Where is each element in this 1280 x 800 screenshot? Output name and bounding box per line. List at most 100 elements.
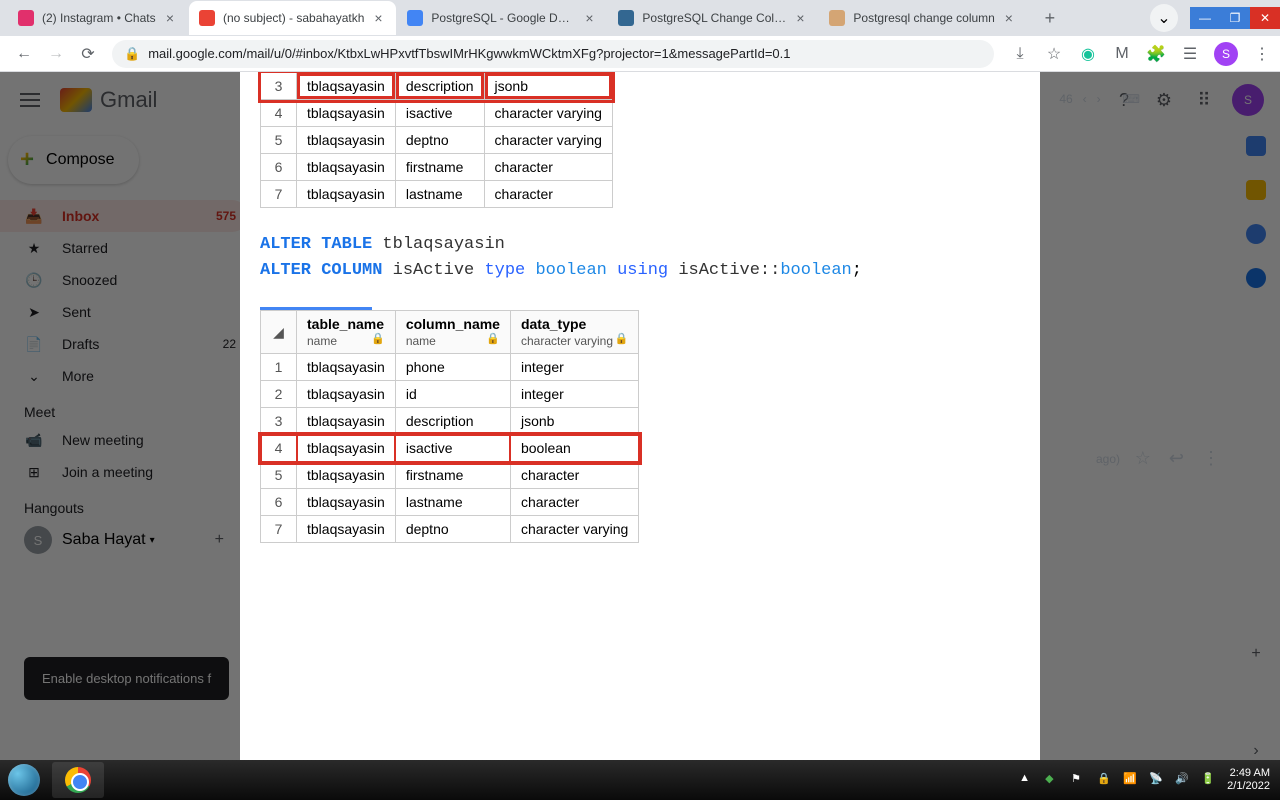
cell-data-type: character varying xyxy=(484,127,612,154)
network-icon[interactable]: 📡 xyxy=(1149,772,1165,788)
star-icon[interactable]: ☆ xyxy=(1044,44,1064,64)
new-tab-button[interactable]: + xyxy=(1036,4,1064,32)
reload-button[interactable]: ⟳ xyxy=(74,40,102,68)
tab-pgchange[interactable]: PostgreSQL Change Colum × xyxy=(608,1,818,35)
taskbar-chrome[interactable] xyxy=(52,762,104,798)
tray-icon[interactable]: ▲ xyxy=(1019,772,1035,788)
extensions-icon[interactable]: 🧩 xyxy=(1146,44,1166,64)
keyboard-icon[interactable]: ⌨ xyxy=(1123,92,1140,106)
db-table-before: 3tblaqsayasindescriptionjsonb4tblaqsayas… xyxy=(260,72,613,208)
table-row[interactable]: 5tblaqsayasindeptnocharacter varying xyxy=(261,127,613,154)
table-row[interactable]: 7tblaqsayasinlastnamecharacter xyxy=(261,181,613,208)
tab-gmail[interactable]: (no subject) - sabahayatkh × xyxy=(189,1,396,35)
col-header-table-name[interactable]: table_namename🔒 xyxy=(297,311,396,354)
row-number: 2 xyxy=(261,381,297,408)
tab-instagram[interactable]: (2) Instagram • Chats × xyxy=(8,1,188,35)
date-text: 2/1/2022 xyxy=(1227,780,1270,793)
cell-table-name: tblaqsayasin xyxy=(297,354,396,381)
battery-icon[interactable]: 🔋 xyxy=(1201,772,1217,788)
cell-data-type: integer xyxy=(510,381,638,408)
kebab-menu-icon[interactable]: ⋮ xyxy=(1252,44,1272,64)
cell-column-name: deptno xyxy=(395,127,484,154)
tab-close-icon[interactable]: × xyxy=(1001,10,1017,26)
favicon-gdocs xyxy=(407,10,423,26)
chrome-icon xyxy=(65,767,91,793)
volume-icon[interactable]: 🔊 xyxy=(1175,772,1191,788)
lock-icon: 🔒 xyxy=(615,332,629,345)
tabs-row: (2) Instagram • Chats × (no subject) - s… xyxy=(0,0,1280,36)
extension-m-icon[interactable]: M xyxy=(1112,44,1132,64)
email-timestamp-suffix: ago) xyxy=(1096,452,1120,466)
cell-table-name: tblaqsayasin xyxy=(297,516,396,543)
cell-table-name: tblaqsayasin xyxy=(297,408,396,435)
table-row[interactable]: 7tblaqsayasindeptnocharacter varying xyxy=(261,516,639,543)
row-number: 4 xyxy=(261,100,297,127)
clock[interactable]: 2:49 AM 2/1/2022 xyxy=(1227,767,1270,793)
profile-avatar[interactable]: S xyxy=(1214,42,1238,66)
cell-column-name: lastname xyxy=(395,181,484,208)
table-row[interactable]: 6tblaqsayasinlastnamecharacter xyxy=(261,489,639,516)
tray-icon[interactable]: ⚑ xyxy=(1071,772,1087,788)
tab-gdocs[interactable]: PostgreSQL - Google Docs × xyxy=(397,1,607,35)
cell-column-name: firstname xyxy=(395,154,484,181)
cell-data-type: jsonb xyxy=(510,408,638,435)
table-row[interactable]: 3tblaqsayasindescriptionjsonb xyxy=(261,408,639,435)
install-icon[interactable]: ⤓ xyxy=(1010,44,1030,64)
col-header-data-type[interactable]: data_typecharacter varying🔒 xyxy=(510,311,638,354)
table-row[interactable]: 2tblaqsayasinidinteger xyxy=(261,381,639,408)
start-button[interactable] xyxy=(0,760,48,800)
time-text: 2:49 AM xyxy=(1227,767,1270,780)
cell-data-type: character xyxy=(484,181,612,208)
more-actions-icon[interactable]: ⋮ xyxy=(1202,448,1220,469)
corner-cell: ◢ xyxy=(261,311,297,354)
sql-statement: ALTER TABLE tblaqsayasin ALTER COLUMN is… xyxy=(260,232,1040,283)
tab-close-icon[interactable]: × xyxy=(581,10,597,26)
cell-table-name: tblaqsayasin xyxy=(297,435,396,462)
prev-page-icon[interactable]: ‹ xyxy=(1083,92,1087,106)
tab-close-icon[interactable]: × xyxy=(162,10,178,26)
tab-title: (no subject) - sabahayatkh xyxy=(223,11,364,25)
table-row[interactable]: 4tblaqsayasinisactiveboolean xyxy=(261,435,639,462)
tab-pgchange2[interactable]: Postgresql change column × xyxy=(819,1,1026,35)
row-number: 3 xyxy=(261,73,297,100)
cell-column-name: phone xyxy=(395,354,510,381)
cell-data-type: character xyxy=(510,462,638,489)
cell-column-name: description xyxy=(395,408,510,435)
close-button[interactable]: ✕ xyxy=(1250,7,1280,29)
profile-dropdown[interactable]: ⌄ xyxy=(1150,4,1178,32)
address-bar-row: ← → ⟳ 🔒 mail.google.com/mail/u/0/#inbox/… xyxy=(0,36,1280,72)
star-action-icon[interactable]: ☆ xyxy=(1135,448,1151,469)
tray-icon[interactable]: 📶 xyxy=(1123,772,1139,788)
table-row[interactable]: 1tblaqsayasinphoneinteger xyxy=(261,354,639,381)
table-row[interactable]: 3tblaqsayasindescriptionjsonb xyxy=(261,73,613,100)
favicon-gmail xyxy=(199,10,215,26)
tab-close-icon[interactable]: × xyxy=(792,10,808,26)
minimize-button[interactable]: — xyxy=(1190,7,1220,29)
tab-title: PostgreSQL Change Colum xyxy=(642,11,786,25)
tab-close-icon[interactable]: × xyxy=(370,10,386,26)
address-bar[interactable]: 🔒 mail.google.com/mail/u/0/#inbox/KtbxLw… xyxy=(112,40,994,68)
col-header-column-name[interactable]: column_namename🔒 xyxy=(395,311,510,354)
tab-title: Postgresql change column xyxy=(853,11,994,25)
back-button[interactable]: ← xyxy=(10,40,38,68)
window-controls: — ❐ ✕ xyxy=(1190,7,1280,29)
row-number: 7 xyxy=(261,181,297,208)
cell-data-type: boolean xyxy=(510,435,638,462)
reply-icon[interactable]: ↩ xyxy=(1169,448,1184,469)
cell-column-name: firstname xyxy=(395,462,510,489)
cell-table-name: tblaqsayasin xyxy=(297,154,396,181)
row-number: 5 xyxy=(261,127,297,154)
tray-icon[interactable]: ◆ xyxy=(1045,772,1061,788)
tray-icon[interactable]: 🔒 xyxy=(1097,772,1113,788)
table-row[interactable]: 4tblaqsayasinisactivecharacter varying xyxy=(261,100,613,127)
table-row[interactable]: 5tblaqsayasinfirstnamecharacter xyxy=(261,462,639,489)
cell-data-type: character xyxy=(484,154,612,181)
reading-list-icon[interactable]: ☰ xyxy=(1180,44,1200,64)
maximize-button[interactable]: ❐ xyxy=(1220,7,1250,29)
lock-icon: 🔒 xyxy=(124,46,140,62)
forward-button[interactable]: → xyxy=(42,40,70,68)
cell-column-name: description xyxy=(395,73,484,100)
next-page-icon[interactable]: › xyxy=(1097,92,1101,106)
grammarly-icon[interactable]: ◉ xyxy=(1078,44,1098,64)
table-row[interactable]: 6tblaqsayasinfirstnamecharacter xyxy=(261,154,613,181)
